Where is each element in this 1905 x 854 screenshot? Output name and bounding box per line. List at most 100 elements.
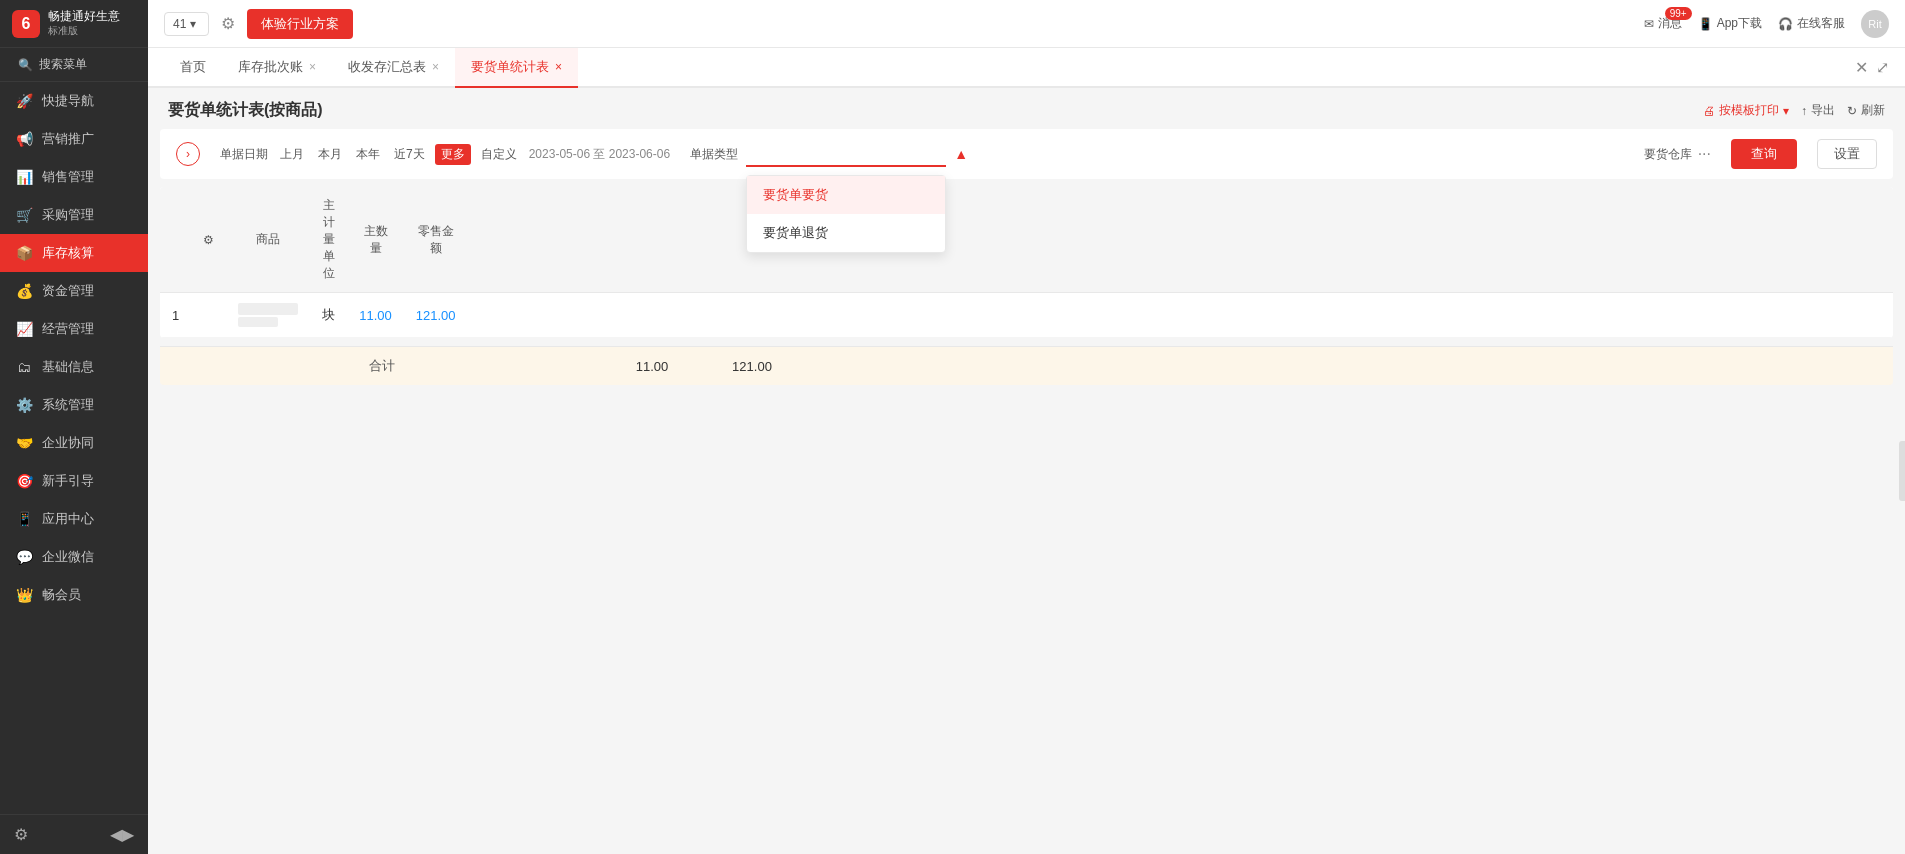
table-header-row: ⚙ 商品 主计量单位 主数量 零售金额 <box>160 187 1893 293</box>
page-header: 要货单统计表(按商品) 🖨 按模板打印 ▾ ↑ 导出 ↻ 刷新 <box>148 88 1905 129</box>
dropdown-item-tuihuo[interactable]: 要货单退货 <box>747 214 945 252</box>
cell-unit: 块 <box>310 293 347 338</box>
type-filter-input[interactable] <box>746 142 946 167</box>
date-filter-label: 单据日期 <box>220 146 268 163</box>
col-product: 商品 <box>226 187 310 293</box>
table-container: ⚙ 商品 主计量单位 主数量 零售金额 1 <box>160 187 1893 338</box>
sidebar-item-xitong[interactable]: ⚙️ 系统管理 <box>0 386 148 424</box>
cell-settings <box>191 293 226 338</box>
trial-btn[interactable]: 体验行业方案 <box>247 9 353 39</box>
tab-shoufayuihui-label: 收发存汇总表 <box>348 58 426 76</box>
quantity-link[interactable]: 11.00 <box>359 308 392 323</box>
date-btn-more[interactable]: 更多 <box>435 144 471 165</box>
nav-icon-huiyuan: 👑 <box>14 587 34 603</box>
col-settings: ⚙ <box>191 187 226 293</box>
sidebar-item-caigou[interactable]: 🛒 采购管理 <box>0 196 148 234</box>
sidebar-label: 快捷导航 <box>42 92 94 110</box>
right-panel-handle[interactable] <box>1899 441 1905 501</box>
tabbar-close-all[interactable]: ✕ <box>1855 58 1868 77</box>
product-cell <box>238 303 298 327</box>
type-filter-arrow-icon[interactable]: ▲ <box>954 146 968 162</box>
sidebar-item-yingxiao[interactable]: 📢 营销推广 <box>0 120 148 158</box>
tab-shoufayuihui-close[interactable]: × <box>432 60 439 74</box>
sidebar-item-kucun[interactable]: 📦 库存核算 <box>0 234 148 272</box>
date-btn-custom[interactable]: 自定义 <box>477 144 521 165</box>
company-select-value: 41 <box>173 17 186 31</box>
date-btn-7days[interactable]: 近7天 <box>390 144 429 165</box>
table-footer: 合计 11.00 121.00 <box>160 346 1893 385</box>
sidebar-search[interactable]: 🔍 搜索菜单 <box>0 48 148 82</box>
sidebar-label: 经营管理 <box>42 320 94 338</box>
settings-btn[interactable]: 设置 <box>1817 139 1877 169</box>
filter-expand-btn[interactable]: › <box>176 142 200 166</box>
company-select[interactable]: 41 ▾ <box>164 12 209 36</box>
print-arrow-icon: ▾ <box>1783 104 1789 118</box>
page-header-actions: 🖨 按模板打印 ▾ ↑ 导出 ↻ 刷新 <box>1703 102 1885 119</box>
sidebar-item-weixin[interactable]: 💬 企业微信 <box>0 538 148 576</box>
tab-home[interactable]: 首页 <box>164 48 222 88</box>
date-range-display: 2023-05-06 至 2023-06-06 <box>529 146 670 163</box>
topbar-right: ✉ 消息 99+ 📱 App下载 🎧 在线客服 Rit <box>1644 10 1889 38</box>
avatar-circle: Rit <box>1861 10 1889 38</box>
amount-link[interactable]: 121.00 <box>416 308 456 323</box>
nav-icon-jingying: 📈 <box>14 321 34 337</box>
tab-yaohuodanjitong[interactable]: 要货单统计表 × <box>455 48 578 88</box>
phone-icon: 📱 <box>1698 17 1713 31</box>
nav-icon-zijin: 💰 <box>14 283 34 299</box>
sidebar-item-huiyuan[interactable]: 👑 畅会员 <box>0 576 148 614</box>
sidebar-item-kuaijie[interactable]: 🚀 快捷导航 <box>0 82 148 120</box>
sidebar-item-xinshou[interactable]: 🎯 新手引导 <box>0 462 148 500</box>
sidebar-collapse-icon[interactable]: ◀▶ <box>110 825 134 844</box>
sidebar-item-yingyong[interactable]: 📱 应用中心 <box>0 500 148 538</box>
messages-btn[interactable]: ✉ 消息 99+ <box>1644 15 1682 32</box>
sidebar-label: 营销推广 <box>42 130 94 148</box>
online-service-label: 在线客服 <box>1797 15 1845 32</box>
sidebar-item-zijin[interactable]: 💰 资金管理 <box>0 272 148 310</box>
tab-kucunpici[interactable]: 库存批次账 × <box>222 48 332 88</box>
footer-quantity: 11.00 <box>602 359 702 374</box>
page-body: 要货单统计表(按商品) 🖨 按模板打印 ▾ ↑ 导出 ↻ 刷新 › <box>148 88 1905 854</box>
sidebar-label: 库存核算 <box>42 244 94 262</box>
user-avatar[interactable]: Rit <box>1861 10 1889 38</box>
warehouse-filter-group: 要货仓库 ··· <box>1644 145 1711 163</box>
app-download-btn[interactable]: 📱 App下载 <box>1698 15 1762 32</box>
settings-bottom-icon[interactable]: ⚙ <box>14 825 28 844</box>
tabbar-right: ✕ ⤢ <box>1855 58 1889 77</box>
sidebar-item-xiaoshou[interactable]: 📊 销售管理 <box>0 158 148 196</box>
table-settings-icon[interactable]: ⚙ <box>203 233 214 247</box>
type-dropdown-menu: 要货单要货 要货单退货 <box>746 175 946 253</box>
tab-shoufayuihui[interactable]: 收发存汇总表 × <box>332 48 455 88</box>
date-btn-thisyear[interactable]: 本年 <box>352 144 384 165</box>
export-btn[interactable]: ↑ 导出 <box>1801 102 1835 119</box>
sidebar-item-jichu[interactable]: 🗂 基础信息 <box>0 348 148 386</box>
tab-kucunpici-label: 库存批次账 <box>238 58 303 76</box>
message-badge: 99+ <box>1665 7 1692 20</box>
nav-icon-xinshou: 🎯 <box>14 473 34 489</box>
warehouse-more-icon[interactable]: ··· <box>1698 145 1711 163</box>
sidebar-label: 新手引导 <box>42 472 94 490</box>
sidebar-item-qiye[interactable]: 🤝 企业协同 <box>0 424 148 462</box>
sidebar: 6 畅捷通好生意 标准版 🔍 搜索菜单 🚀 快捷导航 📢 营销推广 📊 销售管理… <box>0 0 148 854</box>
filter-bar: › 单据日期 上月 本月 本年 近7天 更多 自定义 2023-05-06 至 … <box>160 129 1893 179</box>
dropdown-item-yaohuo[interactable]: 要货单要货 <box>747 176 945 214</box>
print-btn[interactable]: 🖨 按模板打印 ▾ <box>1703 102 1789 119</box>
tabbar-expand-icon[interactable]: ⤢ <box>1876 58 1889 77</box>
date-btn-lastmonth[interactable]: 上月 <box>276 144 308 165</box>
date-btn-thismonth[interactable]: 本月 <box>314 144 346 165</box>
topbar-gear-icon[interactable]: ⚙ <box>221 14 235 33</box>
nav-icon-kuaijie: 🚀 <box>14 93 34 109</box>
tab-home-label: 首页 <box>180 58 206 76</box>
sidebar-item-jingying[interactable]: 📈 经营管理 <box>0 310 148 348</box>
printer-icon: 🖨 <box>1703 104 1715 118</box>
tab-yaohuodanjitong-close[interactable]: × <box>555 60 562 74</box>
search-icon: 🔍 <box>18 58 33 72</box>
tab-kucunpici-close[interactable]: × <box>309 60 316 74</box>
online-service-btn[interactable]: 🎧 在线客服 <box>1778 15 1845 32</box>
nav-icon-qiye: 🤝 <box>14 435 34 451</box>
sidebar-bottom: ⚙ ◀▶ <box>0 814 148 854</box>
query-btn[interactable]: 查询 <box>1731 139 1797 169</box>
product-name <box>238 303 298 315</box>
product-code <box>238 317 278 327</box>
cell-amount: 121.00 <box>404 293 468 338</box>
refresh-btn[interactable]: ↻ 刷新 <box>1847 102 1885 119</box>
